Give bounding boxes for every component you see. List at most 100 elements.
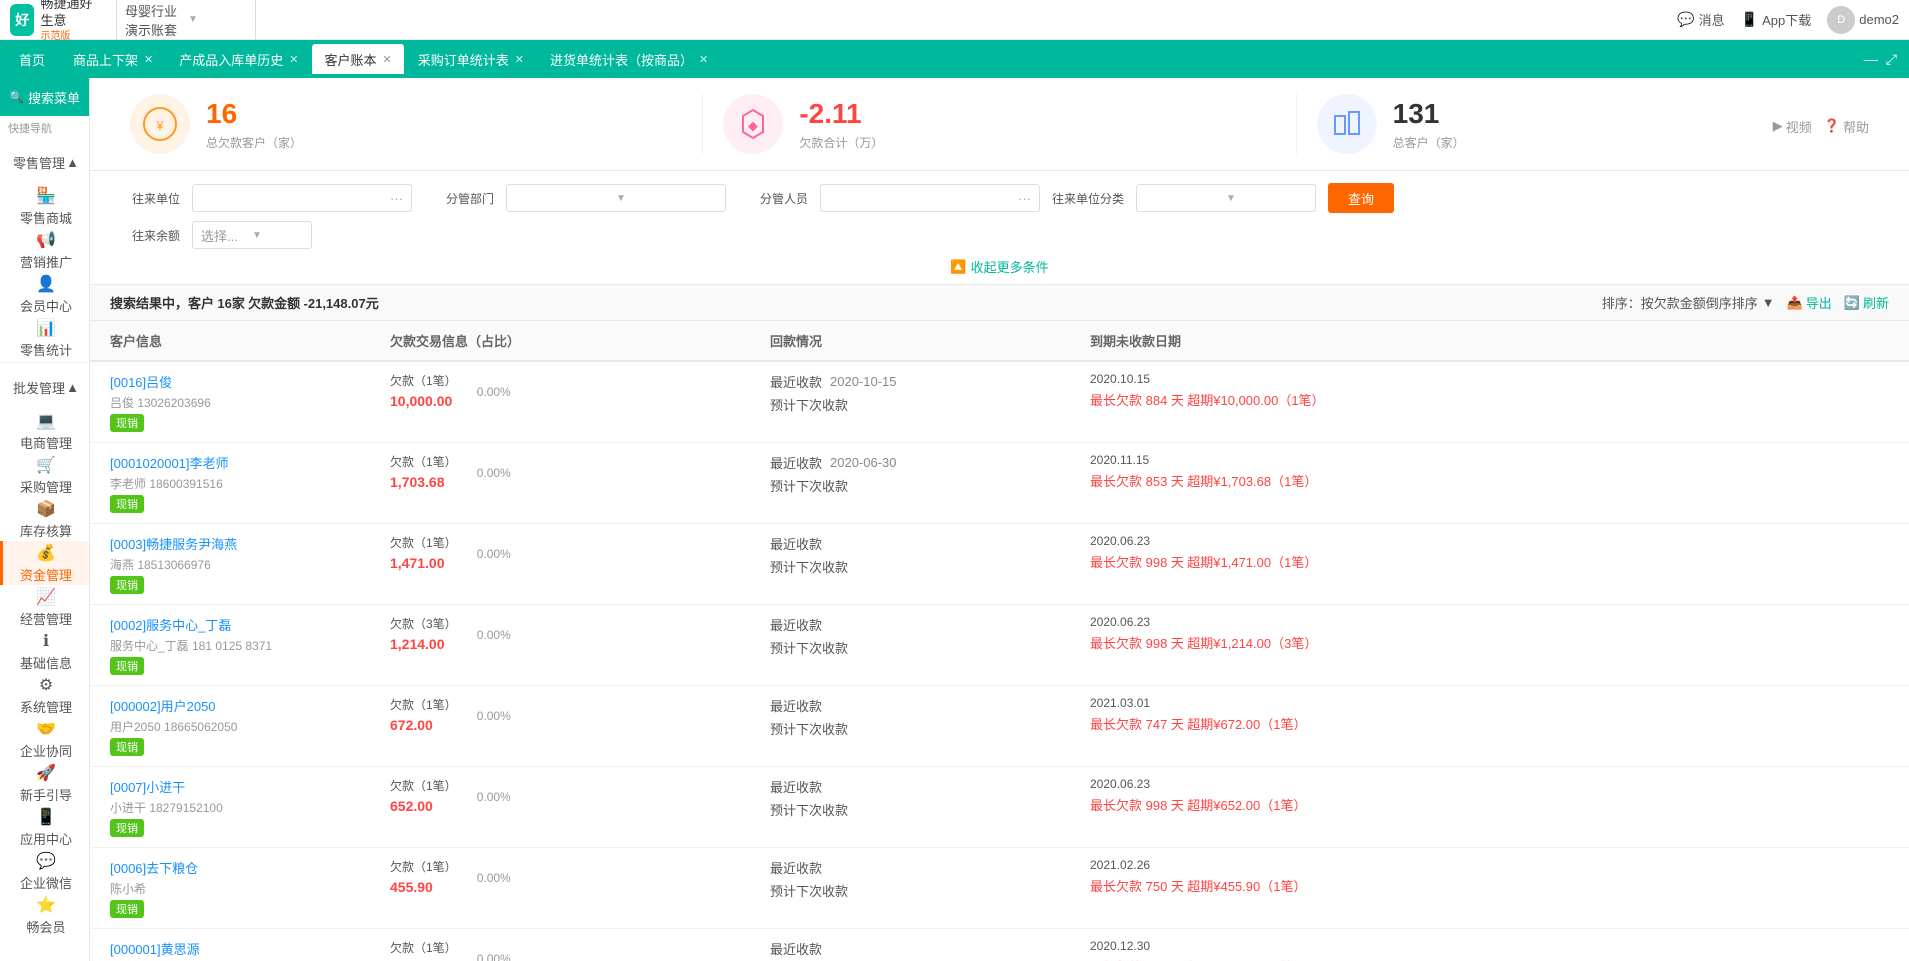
- sidebar-item-retail-store[interactable]: 🏪 零售商城: [0, 184, 89, 228]
- filter-from-unit-label: 往来单位: [110, 190, 180, 207]
- debt-amount-7: 455.90: [390, 879, 457, 895]
- overdue-amount-5[interactable]: 超期¥672.00（1笔）: [1187, 717, 1306, 732]
- tab-produce-history[interactable]: 产成品入库单历史 ✕: [167, 44, 310, 74]
- purchase-icon: 🛒: [36, 455, 56, 475]
- due-date-3: 2020.06.23: [1090, 534, 1889, 548]
- debt-count-6: 欠款（1笔）: [390, 777, 457, 794]
- help-btn[interactable]: ❓ 帮助: [1824, 117, 1869, 136]
- balance-arrow-icon: ▼: [252, 230, 303, 241]
- sidebar-item-newbie[interactable]: 🚀 新手引导: [0, 761, 89, 805]
- debt-count-4: 欠款（3笔）: [390, 615, 457, 632]
- tab-home[interactable]: 首页: [5, 44, 59, 74]
- manager-dots-icon: ···: [1018, 191, 1031, 206]
- export-icon: 📤: [1787, 295, 1803, 311]
- sidebar-item-system[interactable]: ⚙ 系统管理: [0, 673, 89, 717]
- customer-name-5[interactable]: [000002]用户2050: [110, 699, 216, 714]
- export-btn[interactable]: 📤 导出: [1787, 293, 1832, 312]
- logo-text: 畅捷通好生意 示范版: [40, 0, 100, 43]
- due-overdue-8: 最长欠款 808 天 超期¥429.00（1笔）: [1090, 957, 1889, 961]
- tab-inbound-summary[interactable]: 进货单统计表（按商品） ✕: [538, 44, 720, 74]
- sidebar-item-capital[interactable]: 💰 资金管理: [0, 541, 89, 585]
- svg-text:¥: ¥: [155, 118, 164, 133]
- sidebar-item-wechat[interactable]: 💬 企业微信: [0, 849, 89, 893]
- filter-balance-select[interactable]: 选择... ▼: [192, 221, 312, 249]
- customer-info-6: [0007]小进干 小进干 18279152100 现销: [110, 777, 390, 837]
- sidebar-item-batch-mgmt[interactable]: 批发管理 ▲: [0, 365, 89, 409]
- filter-unit-category-select[interactable]: ▼: [1136, 184, 1316, 212]
- close-tab-purchase-summary[interactable]: ✕: [515, 53, 524, 66]
- app-download-btn[interactable]: 📱 App下载: [1741, 10, 1812, 29]
- customer-info-3: [0003]畅捷服务尹海燕 海燕 18513066976 现销: [110, 534, 390, 594]
- tab-products-off[interactable]: 商品上下架 ✕: [61, 44, 165, 74]
- sidebar-item-member[interactable]: 👤 会员中心: [0, 272, 89, 316]
- overdue-amount-2[interactable]: 超期¥1,703.68（1笔）: [1187, 474, 1317, 489]
- overdue-amount-7[interactable]: 超期¥455.90（1笔）: [1187, 879, 1306, 894]
- customer-info-7: [0006]去下粮仓 陈小希 现销: [110, 858, 390, 918]
- card-icon-3: [1317, 94, 1377, 154]
- minimize-btn[interactable]: —: [1864, 51, 1878, 67]
- sidebar-item-inventory[interactable]: 📦 库存核算: [0, 497, 89, 541]
- sidebar-item-basic-info[interactable]: ℹ 基础信息: [0, 629, 89, 673]
- refresh-btn[interactable]: 🔄 刷新: [1844, 293, 1889, 312]
- close-tab-products-off[interactable]: ✕: [144, 53, 153, 66]
- close-tab-customer-account[interactable]: ✕: [383, 53, 392, 66]
- system-selector[interactable]: 母婴行业演示账套 ▼: [116, 0, 256, 42]
- card-1-content: 16 总欠款客户（家）: [206, 98, 302, 151]
- overdue-amount-6[interactable]: 超期¥652.00（1笔）: [1187, 798, 1306, 813]
- overdue-amount-4[interactable]: 超期¥1,214.00（3笔）: [1187, 636, 1317, 651]
- help-icon: ❓: [1824, 118, 1840, 134]
- tab-bar: 首页 商品上下架 ✕ 产成品入库单历史 ✕ 客户账本 ✕ 采购订单统计表 ✕ 进…: [0, 40, 1909, 78]
- due-info-6: 2020.06.23 最长欠款 998 天 超期¥652.00（1笔）: [1090, 777, 1889, 837]
- close-tab-inbound-summary[interactable]: ✕: [699, 53, 708, 66]
- overdue-amount-3[interactable]: 超期¥1,471.00（1笔）: [1187, 555, 1317, 570]
- sidebar-item-app-center[interactable]: 📱 应用中心: [0, 805, 89, 849]
- customer-name-1[interactable]: [0016]吕俊: [110, 375, 172, 390]
- debt-info-3: 欠款（1笔） 1,471.00 0.00%: [390, 534, 770, 594]
- sidebar-item-operations[interactable]: 📈 经营管理: [0, 585, 89, 629]
- customer-name-7[interactable]: [0006]去下粮仓: [110, 861, 198, 876]
- customer-name-8[interactable]: [000001]黄思源: [110, 942, 200, 957]
- sidebar-search[interactable]: 🔍 搜索菜单: [0, 78, 89, 116]
- filter-dept-select[interactable]: ▼: [506, 184, 726, 212]
- customer-tag-2: 现销: [110, 495, 144, 513]
- sidebar-item-purchase-mgmt[interactable]: 🛒 采购管理: [0, 453, 89, 497]
- sidebar-item-member-plus[interactable]: ⭐ 畅会员: [0, 893, 89, 937]
- debt-amount-6: 652.00: [390, 798, 457, 814]
- col-header-customer: 客户信息: [110, 331, 390, 350]
- filter-from-unit-input[interactable]: ···: [192, 184, 412, 212]
- result-summary-text: 搜索结果中，客户 16家 欠款金额 -21,148.07元: [110, 293, 379, 312]
- dept-arrow-icon: ▼: [616, 193, 717, 204]
- due-overdue-6: 最长欠款 998 天 超期¥652.00（1笔）: [1090, 795, 1889, 814]
- tab-purchase-summary[interactable]: 采购订单统计表 ✕: [406, 44, 536, 74]
- result-actions: 排序：按欠款金额倒序排序 ▼ 📤 导出 🔄 刷新: [1602, 293, 1889, 312]
- customer-name-2[interactable]: [0001020001]李老师: [110, 456, 229, 471]
- sidebar-item-enterprise[interactable]: 🤝 企业协同: [0, 717, 89, 761]
- inventory-icon: 📦: [36, 499, 56, 519]
- maximize-btn[interactable]: ⤢: [1886, 51, 1897, 68]
- search-button[interactable]: 查询: [1328, 183, 1394, 213]
- sort-label: 排序：按欠款金额倒序排序: [1602, 293, 1758, 312]
- sidebar-item-retail-mgmt[interactable]: 零售管理 ▲: [0, 140, 89, 184]
- sidebar-item-ecommerce[interactable]: 💻 电商管理: [0, 409, 89, 453]
- customer-name-4[interactable]: [0002]服务中心_丁磊: [110, 618, 231, 633]
- table-row: [0016]吕俊 吕俊 13026203696 现销 欠款（1笔） 10,000…: [90, 362, 1909, 443]
- sort-select[interactable]: 排序：按欠款金额倒序排序 ▼: [1602, 293, 1775, 312]
- retail-store-icon: 🏪: [36, 186, 56, 206]
- debt-amount-3: 1,471.00: [390, 555, 457, 571]
- filter-area: 往来单位 ··· 分管部门 ▼ 分管人员 ··· 往来单位分类: [90, 171, 1909, 285]
- filter-manager-input[interactable]: ···: [820, 184, 1040, 212]
- sidebar-item-marketing[interactable]: 📢 营销推广: [0, 228, 89, 272]
- filter-collapse-btn[interactable]: 🔼 收起更多条件: [110, 257, 1889, 276]
- debt-ratio-1: 0.00%: [477, 385, 511, 399]
- video-btn[interactable]: ▶ 视频: [1773, 117, 1812, 136]
- customer-name-6[interactable]: [0007]小进干: [110, 780, 185, 795]
- wechat-icon: 💬: [36, 851, 56, 871]
- overdue-amount-1[interactable]: 超期¥10,000.00（1笔）: [1187, 393, 1324, 408]
- col-header-due: 到期未收款日期: [1090, 331, 1889, 350]
- message-btn[interactable]: 💬 消息: [1677, 10, 1724, 29]
- close-tab-produce-history[interactable]: ✕: [289, 53, 298, 66]
- user-avatar[interactable]: D demo2: [1827, 6, 1899, 34]
- tab-customer-account[interactable]: 客户账本 ✕: [312, 44, 403, 74]
- customer-name-3[interactable]: [0003]畅捷服务尹海燕: [110, 537, 237, 552]
- sidebar-item-retail-stats[interactable]: 📊 零售统计: [0, 316, 89, 360]
